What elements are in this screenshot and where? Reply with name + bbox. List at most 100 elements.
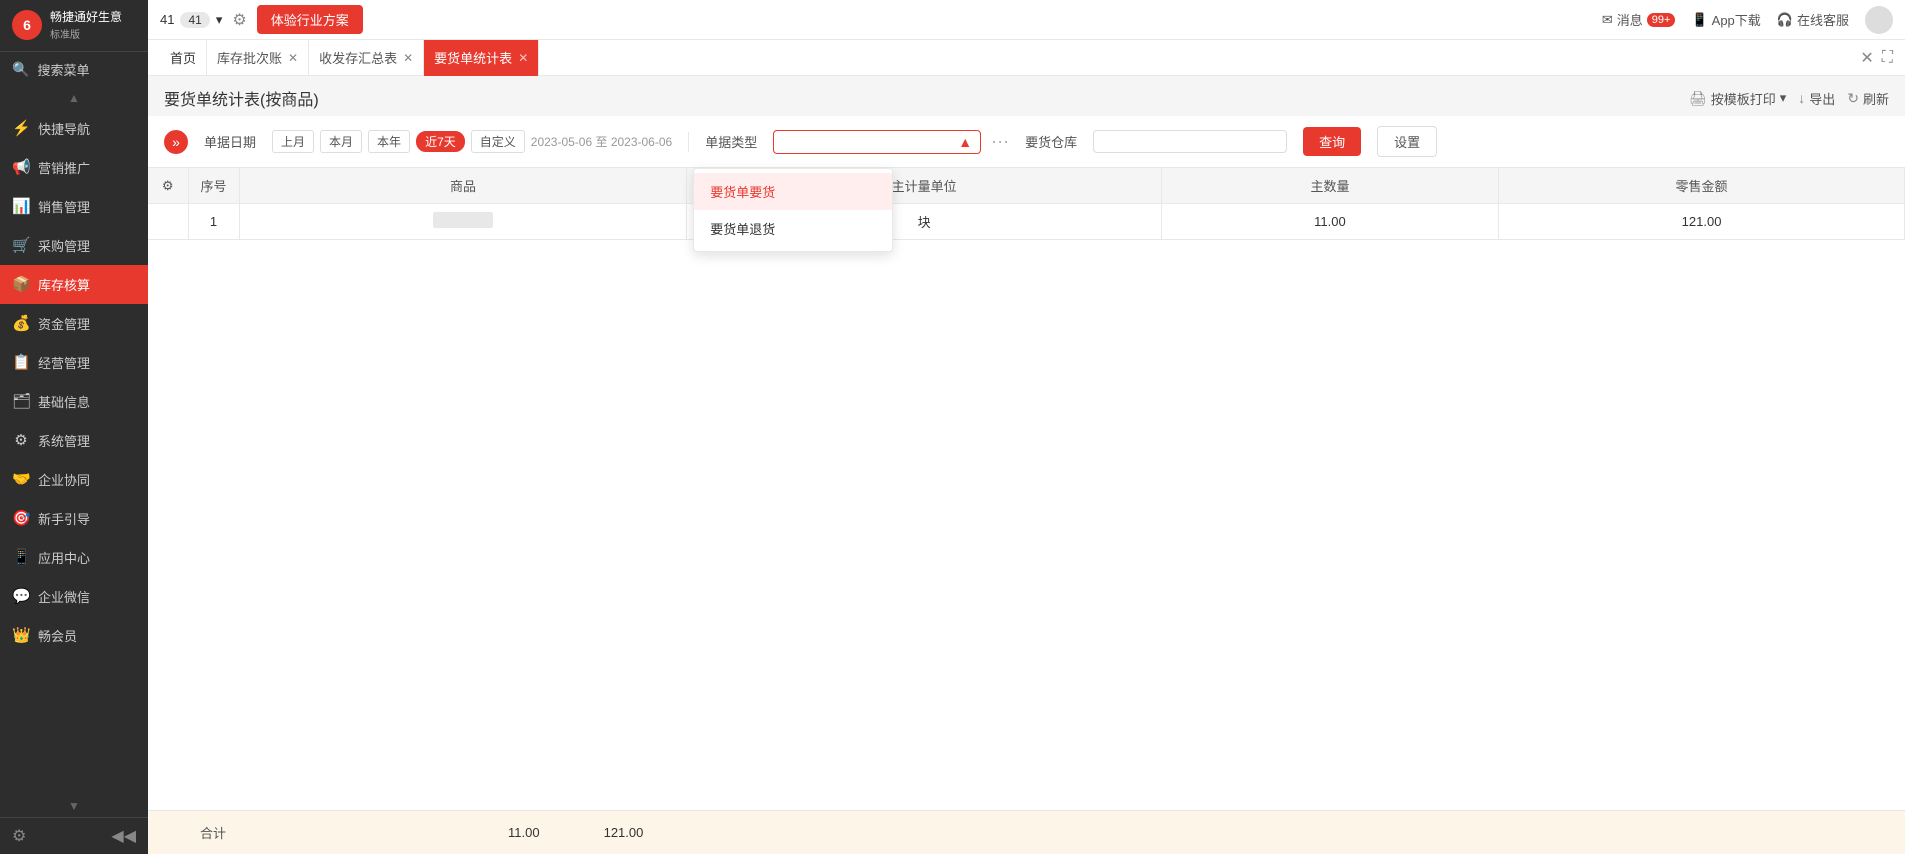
warehouse-label: 要货仓库 [1025,132,1077,151]
sidebar-item-label: 企业微信 [38,587,90,606]
dropdown-item-order-return[interactable]: 要货单退货 [694,210,892,247]
date-btn-7days[interactable]: 近7天 [416,131,465,152]
print-dropdown-icon: ▾ [1780,90,1787,106]
tab-order-summary[interactable]: 要货单统计表 ✕ [424,40,539,76]
page-header: 要货单统计表(按商品) 🖨 按模板打印 ▾ ↓ 导出 ↻ 刷新 [148,76,1905,116]
sidebar-item-purchase-mgmt[interactable]: 🛒 采购管理 [0,226,148,265]
tab-receive-summary[interactable]: 收发存汇总表 ✕ [309,40,424,76]
footer-total: 11.00 121.00 [226,819,655,846]
tabs-bar: 首页 库存批次账 ✕ 收发存汇总表 ✕ 要货单统计表 ✕ ✕ ⛶ [148,40,1905,76]
warehouse-input[interactable] [1093,130,1287,153]
user-avatar[interactable] [1865,6,1893,34]
filter-separator [688,132,689,152]
page-actions: 🖨 按模板打印 ▾ ↓ 导出 ↻ 刷新 [1689,89,1889,108]
sidebar-item-app-center[interactable]: 📱 应用中心 [0,538,148,577]
date-btn-this-year[interactable]: 本年 [368,130,410,153]
footer-quantity: 11.00 [496,819,552,846]
row-product-cell [239,204,687,240]
sidebar-item-label: 营销推广 [38,158,90,177]
table-header: ⚙ 序号 商品 主计量单位 主数量 零售金额 [148,168,1905,204]
tabs-bar-actions: ✕ ⛶ [1860,48,1893,68]
sidebar-item-inventory[interactable]: 📦 库存核算 [0,265,148,304]
online-service-label: 在线客服 [1797,10,1849,29]
sidebar-item-enterprise-coop[interactable]: 🤝 企业协同 [0,460,148,499]
sidebar-item-business-mgmt[interactable]: 📋 经营管理 [0,343,148,382]
tab-receive-summary-label: 收发存汇总表 [319,48,397,67]
tab-home[interactable]: 首页 [160,40,207,76]
dropdown-item-order-goods[interactable]: 要货单要货 [694,173,892,210]
filter-expand-btn[interactable]: » [164,130,188,154]
online-service-btn[interactable]: 🎧 在线客服 [1777,10,1849,29]
sidebar-item-vip-member[interactable]: 👑 畅会员 [0,616,148,655]
topbar-right: ✉ 消息 99+ 📱 App下载 🎧 在线客服 [1602,6,1893,34]
type-dropdown-up-icon[interactable]: ▲ [958,134,972,150]
tab-stock-batch-close[interactable]: ✕ [288,51,298,65]
sidebar-item-label: 应用中心 [38,548,90,567]
tab-receive-summary-close[interactable]: ✕ [403,51,413,65]
message-btn[interactable]: ✉ 消息 99+ [1602,10,1676,29]
type-dropdown-menu: 要货单要货 要货单退货 [693,168,893,252]
main-content: 41 41 ▾ ⚙ 体验行业方案 ✉ 消息 99+ 📱 App下载 🎧 在线客服 [148,0,1905,854]
sidebar-item-sales-mgmt[interactable]: 📊 销售管理 [0,187,148,226]
row-quantity-cell: 11.00 [1161,204,1498,240]
sidebar-item-new-guide[interactable]: 🎯 新手引导 [0,499,148,538]
type-field: ▲ 要货单要货 要货单退货 ··· [773,130,1009,154]
export-btn[interactable]: ↓ 导出 [1798,89,1835,108]
scroll-up-btn[interactable]: ▲ [0,87,148,109]
sidebar-item-label: 采购管理 [38,236,90,255]
tab-home-label: 首页 [170,48,196,67]
guide-icon: 🎯 [12,509,30,527]
scroll-down-btn[interactable]: ▼ [0,795,148,817]
filter-area: » 单据日期 上月 本月 本年 近7天 自定义 2023-05-06 至 202… [148,116,1905,168]
tab-expand-icon[interactable]: ✕ [1860,48,1873,68]
col-header-amount: 零售金额 [1499,168,1905,204]
table-container: ⚙ 序号 商品 主计量单位 主数量 零售金额 1 块 11.00 [148,168,1905,810]
date-btn-this-month[interactable]: 本月 [320,130,362,153]
settings-button[interactable]: 设置 [1377,126,1437,157]
tab-order-summary-close[interactable]: ✕ [518,51,528,65]
date-btn-last-month[interactable]: 上月 [272,130,314,153]
page-title: 要货单统计表(按商品) [164,86,319,110]
sidebar-item-quick-nav[interactable]: ⚡ 快捷导航 [0,109,148,148]
type-input[interactable] [782,134,958,149]
filter-more-icon[interactable]: ··· [991,131,1009,152]
vip-icon: 👑 [12,626,30,644]
footer-amount: 121.00 [592,819,656,846]
sidebar-item-label: 资金管理 [38,314,90,333]
purchase-icon: 🛒 [12,236,30,254]
basic-info-icon: 🗂 [12,392,30,410]
row-num-cell: 1 [188,204,239,240]
app-download-btn[interactable]: 📱 App下载 [1691,10,1760,29]
filter-row: » 单据日期 上月 本月 本年 近7天 自定义 2023-05-06 至 202… [164,126,1889,157]
company-selector[interactable]: 41 41 ▾ [160,12,222,28]
row-amount-cell: 121.00 [1499,204,1905,240]
col-header-gear[interactable]: ⚙ [148,168,188,204]
sidebar: 6 畅捷通好生意 标准版 🔍 搜索菜单 ▲ ⚡ 快捷导航 📢 营销推广 📊 销售… [0,0,148,854]
sidebar-item-label: 企业协同 [38,470,90,489]
tab-maximize-icon[interactable]: ⛶ [1882,49,1893,67]
wx-icon: 💬 [12,587,30,605]
inventory-icon: 📦 [12,275,30,293]
print-btn[interactable]: 🖨 按模板打印 ▾ [1689,89,1786,108]
sidebar-item-enterprise-wx[interactable]: 💬 企业微信 [0,577,148,616]
date-btn-custom[interactable]: 自定义 [471,130,525,153]
sidebar-item-finance-mgmt[interactable]: 💰 资金管理 [0,304,148,343]
topbar: 41 41 ▾ ⚙ 体验行业方案 ✉ 消息 99+ 📱 App下载 🎧 在线客服 [148,0,1905,40]
topbar-gear-icon[interactable]: ⚙ [232,10,246,30]
settings-bottom-icon[interactable]: ⚙ [12,826,26,846]
sidebar-item-system-mgmt[interactable]: ⚙ 系统管理 [0,421,148,460]
sidebar-search[interactable]: 🔍 搜索菜单 [0,52,148,87]
brand-name: 畅捷通好生意 [50,10,122,26]
refresh-btn[interactable]: ↻ 刷新 [1847,89,1889,108]
dropdown-icon: ▾ [216,12,223,28]
sidebar-item-basic-info[interactable]: 🗂 基础信息 [0,382,148,421]
trial-button[interactable]: 体验行业方案 [257,5,363,34]
company-num: 41 [160,12,174,27]
tab-stock-batch[interactable]: 库存批次账 ✕ [207,40,309,76]
sidebar-item-label: 新手引导 [38,509,90,528]
query-button[interactable]: 查询 [1303,127,1361,156]
row-gear-cell [148,204,188,240]
collapse-icon[interactable]: ◀◀ [111,826,136,846]
sidebar-item-marketing[interactable]: 📢 营销推广 [0,148,148,187]
type-input-wrapper[interactable]: ▲ [773,130,981,154]
